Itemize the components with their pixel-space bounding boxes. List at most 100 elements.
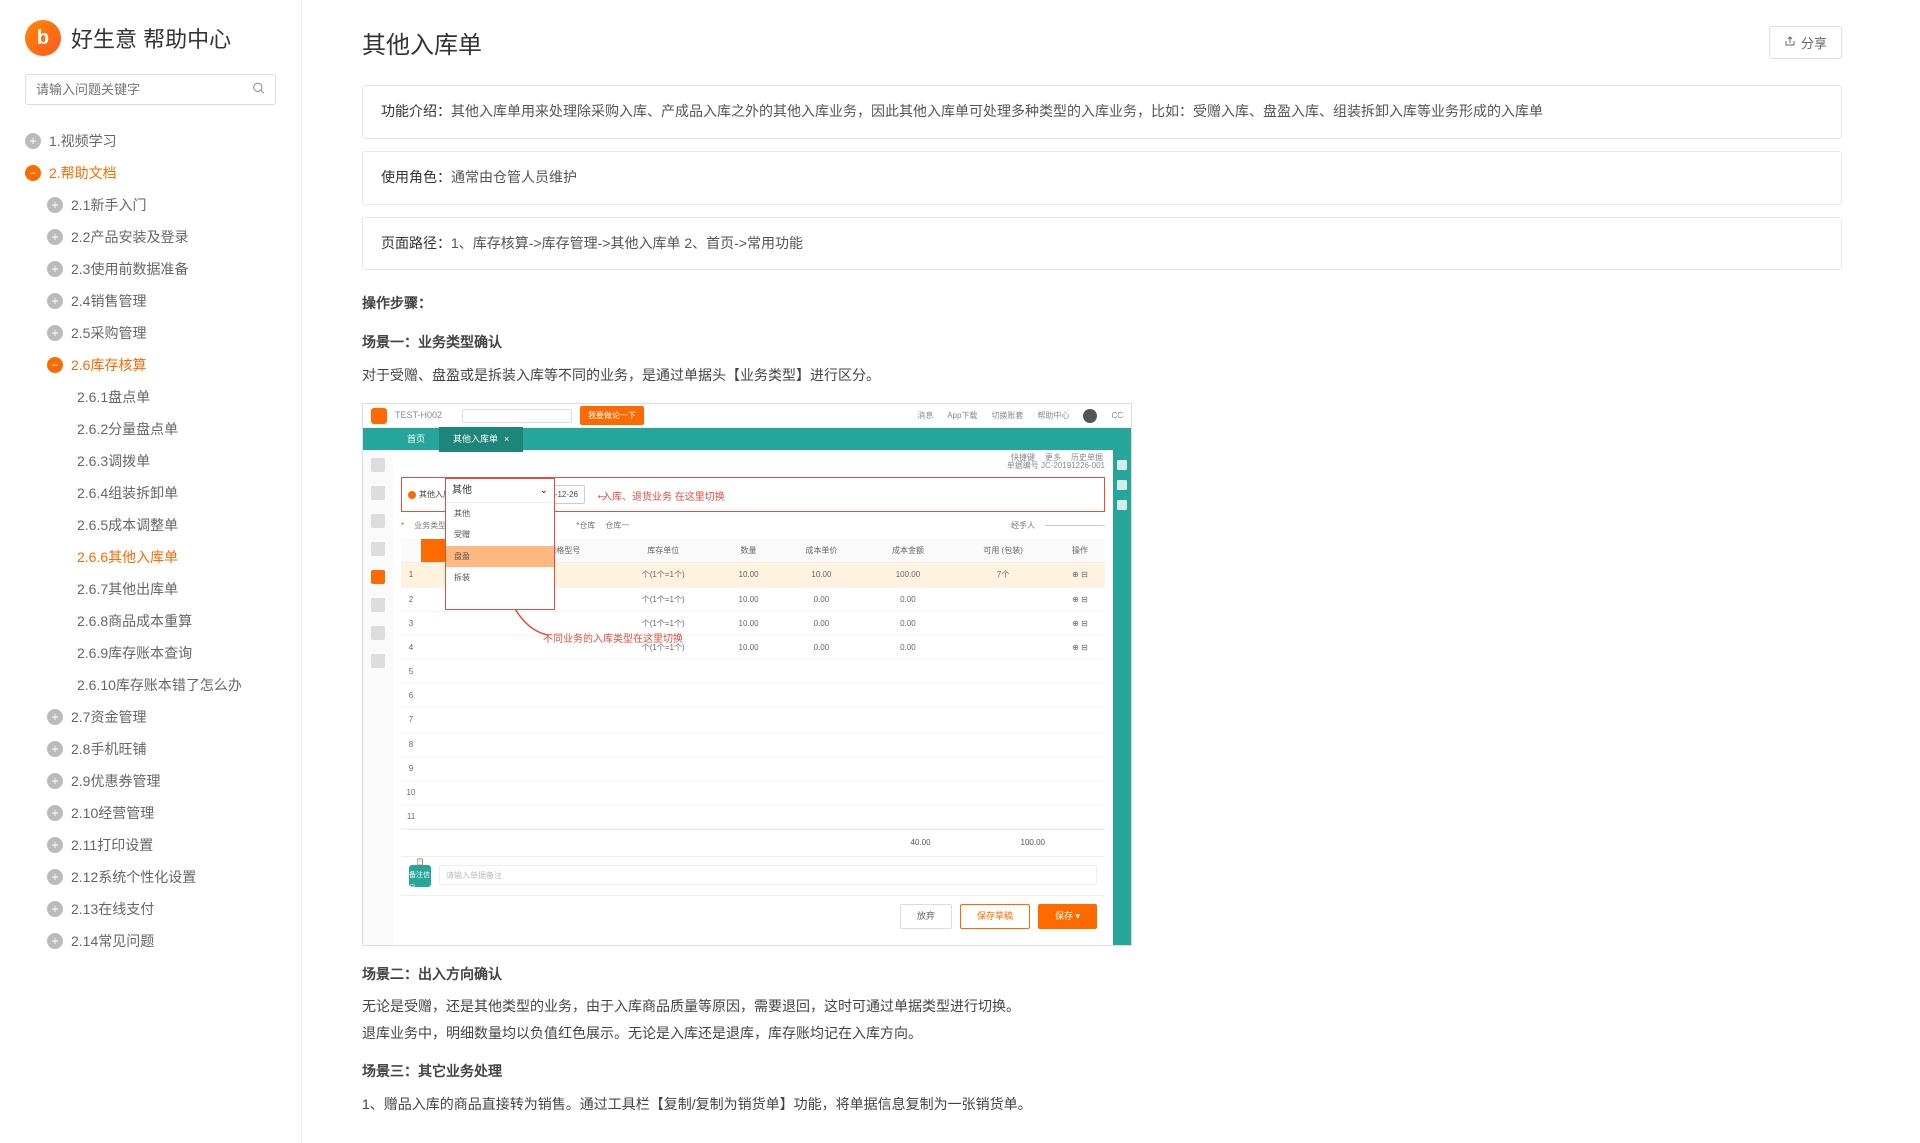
ss-nav-icon [371, 486, 385, 500]
ss-app-icon: App下载 [947, 408, 977, 423]
nav-2-6[interactable]: −2.6库存核算 [25, 349, 276, 381]
nav-2-14[interactable]: +2.14常见问题 [25, 925, 276, 957]
info-intro: 功能介绍：其他入库单用来处理除采购入库、产成品入库之外的其他入库业务，因此其他入… [362, 85, 1842, 139]
ss-save-button: 保存 ▾ [1038, 904, 1097, 929]
ss-switch-icon: 切换账套 [991, 408, 1023, 423]
nav-2-6-7[interactable]: 2.6.7其他出库单 [25, 573, 276, 605]
nav-2-4[interactable]: +2.4销售管理 [25, 285, 276, 317]
ss-top-input [462, 409, 572, 423]
nav-2-10[interactable]: +2.10经营管理 [25, 797, 276, 829]
ss-toolbar-right: 快捷键 更多 历史单据 [1011, 450, 1103, 465]
scene2-p2: 退库业务中，明细数量均以负值红色展示。无论是入库还是退库，库存账均记在入库方向。 [362, 1020, 1842, 1047]
ss-top-right: 消息 App下载 切换账套 帮助中心 CC [917, 408, 1123, 423]
ss-user: CC [1111, 408, 1123, 423]
ss-remark: 📋备注信息 请输入单据备注 [401, 856, 1105, 895]
nav-2-12[interactable]: +2.12系统个性化设置 [25, 861, 276, 893]
scene2-p1: 无论是受赠，还是其他类型的业务，由于入库商品质量等原因，需要退回，这时可通过单据… [362, 993, 1842, 1020]
ss-annotation-1: 入库、退货业务 在这里切换 [602, 488, 725, 507]
ss-annotation-2: 不同业务的入库类型在这里切换 [543, 630, 683, 649]
nav-docs[interactable]: −2.帮助文档 [25, 157, 276, 189]
ss-footer: 放弃 保存草稿 保存 ▾ [401, 895, 1105, 937]
page-head: 其他入库单 分享 [362, 25, 1842, 60]
nav-2-6-5[interactable]: 2.6.5成本调整单 [25, 509, 276, 541]
ss-tabbar: 首页 其他入库单× [363, 428, 1131, 450]
scene2-title: 场景二：出入方向确认 [362, 961, 1842, 988]
scene1-text: 对于受赠、盘盈或是拆装入库等不同的业务，是通过单据头【业务类型】进行区分。 [362, 362, 1842, 389]
steps-section: 操作步骤： 场景一：业务类型确认 对于受赠、盘盈或是拆装入库等不同的业务，是通过… [362, 290, 1842, 1117]
ss-tool-icon [1117, 460, 1127, 470]
search-icon[interactable] [252, 81, 266, 98]
nav-2-7[interactable]: +2.7资金管理 [25, 701, 276, 733]
nav-2-9[interactable]: +2.9优惠券管理 [25, 765, 276, 797]
scene3-title: 场景三：其它业务处理 [362, 1058, 1842, 1085]
ss-dd-item: 受赠 [446, 524, 554, 545]
info-path: 页面路径：1、库存核算->库存管理->其他入库单 2、首页->常用功能 [362, 217, 1842, 271]
ss-nav-icon [371, 598, 385, 612]
nav-2-6-10[interactable]: 2.6.10库存账本错了怎么办 [25, 669, 276, 701]
ss-body: 快捷键 更多 历史单据 单据编号 JC-20191226-001 其他入库 其他… [363, 450, 1131, 945]
nav-2-13[interactable]: +2.13在线支付 [25, 893, 276, 925]
ss-tool-icon [1117, 480, 1127, 490]
ss-nav-icon [371, 458, 385, 472]
ss-tool-icon [1117, 500, 1127, 510]
search-input[interactable] [25, 74, 276, 105]
nav-2-6-9[interactable]: 2.6.9库存账本查询 [25, 637, 276, 669]
ss-cancel-button: 放弃 [900, 904, 952, 929]
nav-tree: +1.视频学习 −2.帮助文档 +2.1新手入门 +2.2产品安装及登录 +2.… [25, 125, 276, 957]
ss-test-label: TEST-H002 [395, 407, 442, 424]
steps-label: 操作步骤： [362, 290, 1842, 317]
ss-help-icon: 帮助中心 [1037, 408, 1069, 423]
ss-dropdown: 其他⌄ 其他 受赠 盘盈 拆装 [445, 478, 555, 610]
ss-nav-icon [371, 626, 385, 640]
ss-tab-home: 首页 [393, 427, 439, 452]
ss-avatar-icon [1083, 409, 1097, 423]
ss-ordernum: 单据编号 JC-20191226-001 [401, 458, 1105, 473]
nav-2-6-2[interactable]: 2.6.2分量盘点单 [25, 413, 276, 445]
nav-video[interactable]: +1.视频学习 [25, 125, 276, 157]
nav-2-6-3[interactable]: 2.6.3调拨单 [25, 445, 276, 477]
ss-dd-item: 其他 [446, 503, 554, 524]
embedded-screenshot: TEST-H002 我要做论一下 消息 App下载 切换账套 帮助中心 CC 首… [362, 403, 1132, 946]
ss-rightbar [1113, 450, 1131, 945]
nav-2-6-4[interactable]: 2.6.4组装拆卸单 [25, 477, 276, 509]
ss-nav-icon-active [371, 570, 385, 584]
nav-2-5[interactable]: +2.5采购管理 [25, 317, 276, 349]
ss-nav-icon [371, 654, 385, 668]
brand-row: b 好生意 帮助中心 [25, 20, 276, 56]
ss-leftbar [363, 450, 393, 945]
remark-icon: 📋备注信息 [409, 865, 431, 887]
close-icon: × [504, 431, 509, 448]
ss-remark-input: 请输入单据备注 [439, 865, 1097, 885]
ss-dd-item [446, 588, 554, 609]
ss-nav-icon [371, 542, 385, 556]
share-icon [1784, 35, 1796, 50]
scene1-title: 场景一：业务类型确认 [362, 329, 1842, 356]
ss-tab-current: 其他入库单× [439, 427, 523, 452]
chevron-down-icon: ⌄ [540, 481, 548, 500]
sidebar: b 好生意 帮助中心 +1.视频学习 −2.帮助文档 +2.1新手入门 +2.2… [0, 0, 302, 1143]
search-box [25, 74, 276, 105]
logo-icon: b [25, 20, 61, 56]
ss-dd-item: 拆装 [446, 567, 554, 588]
page-title: 其他入库单 [362, 25, 482, 60]
content: 其他入库单 分享 功能介绍：其他入库单用来处理除采购入库、产成品入库之外的其他入… [302, 0, 1902, 1143]
share-button[interactable]: 分享 [1769, 26, 1842, 59]
nav-2-8[interactable]: +2.8手机旺铺 [25, 733, 276, 765]
nav-2-6-8[interactable]: 2.6.8商品成本重算 [25, 605, 276, 637]
ss-dd-item: 盘盈 [446, 546, 554, 567]
ss-totals: 40.00 100.00 [401, 829, 1105, 855]
ss-draft-button: 保存草稿 [960, 904, 1030, 929]
nav-2-2[interactable]: +2.2产品安装及登录 [25, 221, 276, 253]
ss-msg-icon: 消息 [917, 408, 933, 423]
nav-2-1[interactable]: +2.1新手入门 [25, 189, 276, 221]
ss-top-button: 我要做论一下 [580, 406, 644, 425]
nav-2-6-1[interactable]: 2.6.1盘点单 [25, 381, 276, 413]
ss-nav-icon [371, 514, 385, 528]
nav-2-11[interactable]: +2.11打印设置 [25, 829, 276, 861]
nav-2-3[interactable]: +2.3使用前数据准备 [25, 253, 276, 285]
ss-topbar: TEST-H002 我要做论一下 消息 App下载 切换账套 帮助中心 CC [363, 404, 1131, 428]
ss-logo-icon [371, 408, 387, 424]
ss-main: 快捷键 更多 历史单据 单据编号 JC-20191226-001 其他入库 其他… [393, 450, 1113, 945]
brand-text: 好生意 帮助中心 [71, 22, 231, 54]
nav-2-6-6[interactable]: 2.6.6其他入库单 [25, 541, 276, 573]
